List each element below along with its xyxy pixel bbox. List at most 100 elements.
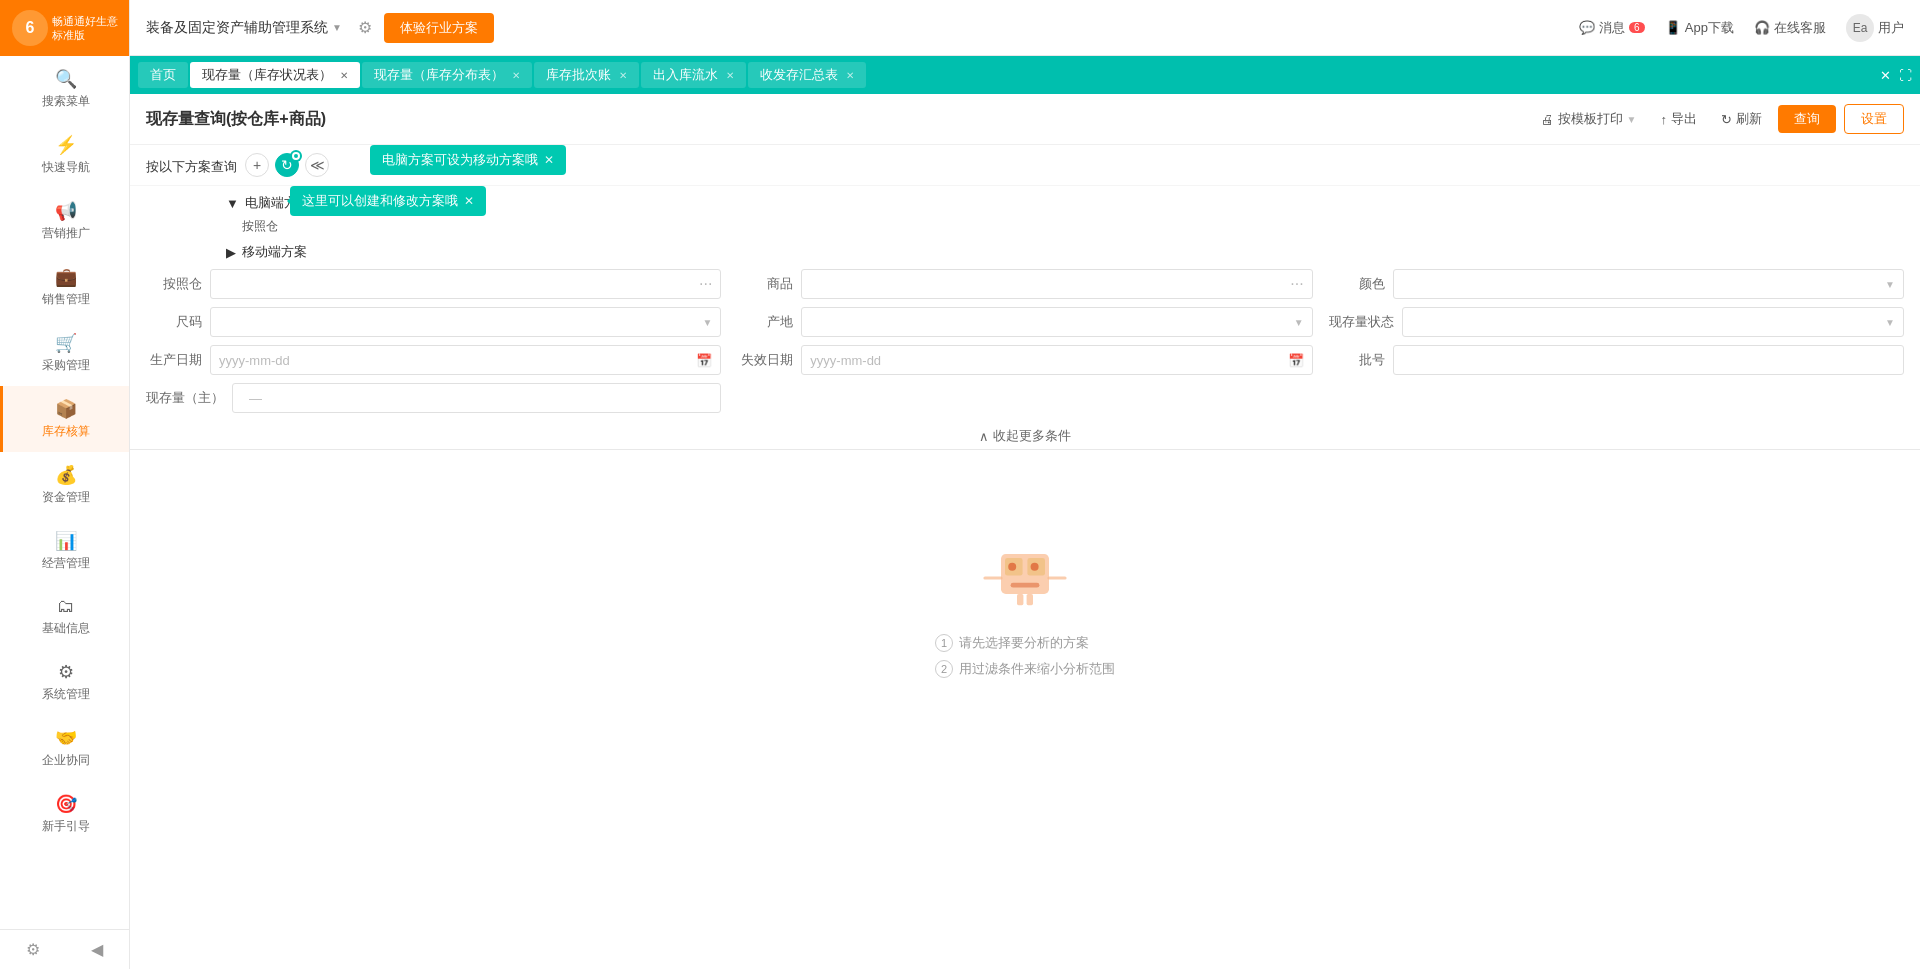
tree-arrow-desktop: ▼	[226, 196, 239, 211]
topbar-gear-icon[interactable]: ⚙	[358, 18, 372, 37]
tab-in-out-flow-close[interactable]: ✕	[726, 70, 734, 81]
fields-grid: 按照仓 ··· 商品 ··· 颜色 ▼ 尺码 ▼	[130, 269, 1920, 421]
tooltip2-close[interactable]: ✕	[464, 194, 474, 208]
print-btn[interactable]: 🖨 按模板打印 ▼	[1533, 106, 1645, 132]
svg-point-6	[1031, 563, 1039, 571]
online-service-btn[interactable]: 🎧 在线客服	[1754, 19, 1826, 37]
color-input[interactable]: ▼	[1393, 269, 1904, 299]
page-header: 现存量查询(按仓库+商品) 🖨 按模板打印 ▼ ↑ 导出 ↻ 刷新 查询 设置	[130, 94, 1920, 145]
tab-recv-summary[interactable]: 收发存汇总表 ✕	[748, 62, 866, 88]
sidebar-item-marketing[interactable]: 📢 营销推广	[0, 188, 129, 254]
svg-rect-8	[1017, 594, 1023, 605]
footer-collapse-btn[interactable]: ◀	[91, 940, 103, 959]
sidebar-item-system[interactable]: ⚙ 系统管理	[0, 649, 129, 715]
refresh-btn[interactable]: ↻ 刷新	[1713, 106, 1770, 132]
tab-home[interactable]: 首页	[138, 62, 188, 88]
back-scheme-btn[interactable]: ≪	[305, 153, 329, 177]
svg-text:6: 6	[25, 19, 34, 36]
field-size: 尺码 ▼	[146, 307, 721, 337]
size-arrow: ▼	[702, 317, 712, 328]
refresh-label: 刷新	[1736, 110, 1762, 128]
avatar-text: Ea	[1853, 21, 1868, 35]
tabs-maximize-icon[interactable]: ⛶	[1899, 68, 1912, 83]
sidebar-item-sales[interactable]: 💼 销售管理	[0, 254, 129, 320]
settings-btn[interactable]: 设置	[1844, 104, 1904, 134]
stock-qty-input[interactable]: —	[232, 383, 721, 413]
tab-in-out-flow[interactable]: 出入库流水 ✕	[641, 62, 746, 88]
tabs-actions: ✕ ⛶	[1880, 68, 1912, 83]
collapse-btn[interactable]: ∧ 收起更多条件	[130, 421, 1920, 449]
dot-indicator	[292, 152, 300, 160]
guide-icon: 🎯	[55, 793, 77, 815]
messages-btn[interactable]: 💬 消息 6	[1579, 19, 1645, 37]
scheme-desktop-sub: 按照仓	[226, 218, 1904, 235]
tabs-close-all-icon[interactable]: ✕	[1880, 68, 1891, 83]
size-input[interactable]: ▼	[210, 307, 721, 337]
print-arrow: ▼	[1627, 114, 1637, 125]
export-btn[interactable]: ↑ 导出	[1653, 106, 1706, 132]
tab-inventory-dist-close[interactable]: ✕	[512, 70, 520, 81]
field-color: 颜色 ▼	[1329, 269, 1904, 299]
tab-batch-account-label: 库存批次账	[546, 66, 611, 84]
collapse-chevron: ∧	[979, 429, 989, 444]
tab-batch-account-close[interactable]: ✕	[619, 70, 627, 81]
app-download-btn[interactable]: 📱 App下载	[1665, 19, 1734, 37]
inventory-icon: 📦	[55, 398, 77, 420]
scheme-mobile[interactable]: ▶ 移动端方案	[226, 239, 1904, 265]
origin-input[interactable]: ▼	[801, 307, 1312, 337]
batch-input[interactable]	[1393, 345, 1904, 375]
sidebar-item-search-menu[interactable]: 🔍 搜索菜单	[0, 56, 129, 122]
sidebar: 6 畅通通好生意 标准版 🔍 搜索菜单 ⚡ 快速导航 📢 营销推广 💼 销售管理…	[0, 0, 130, 969]
system-icon: ⚙	[58, 661, 74, 683]
sidebar-item-finance[interactable]: 💰 资金管理	[0, 452, 129, 518]
sidebar-item-inventory[interactable]: 📦 库存核算	[0, 386, 129, 452]
sidebar-item-quick-nav[interactable]: ⚡ 快速导航	[0, 122, 129, 188]
system-selector[interactable]: 装备及固定资产辅助管理系统 ▼	[146, 19, 342, 37]
production-date-input[interactable]: yyyy-mm-dd 📅	[210, 345, 721, 375]
origin-arrow: ▼	[1294, 317, 1304, 328]
sidebar-item-guide[interactable]: 🎯 新手引导	[0, 781, 129, 847]
hint1-text: 请先选择要分析的方案	[959, 630, 1089, 656]
warehouse-dots: ···	[699, 275, 712, 293]
user-btn[interactable]: Ea 用户	[1846, 14, 1904, 42]
tab-inventory-dist[interactable]: 现存量（库存分布表） ✕	[362, 62, 532, 88]
sidebar-logo: 6 畅通通好生意 标准版	[0, 0, 129, 56]
page-actions: 🖨 按模板打印 ▼ ↑ 导出 ↻ 刷新 查询 设置	[1533, 104, 1904, 134]
logo-icon: 6	[12, 10, 48, 46]
filter-scheme-btns: + ↻ ≪	[245, 153, 329, 177]
warehouse-input[interactable]: ···	[210, 269, 721, 299]
tooltip1-text: 电脑方案可设为移动方案哦	[382, 151, 538, 169]
sidebar-item-purchase[interactable]: 🛒 采购管理	[0, 320, 129, 386]
tab-home-label: 首页	[150, 66, 176, 84]
tab-inventory-status-close[interactable]: ✕	[340, 70, 348, 81]
footer-settings-btn[interactable]: ⚙	[26, 940, 40, 959]
sidebar-item-basic-info[interactable]: 🗂 基础信息	[0, 584, 129, 649]
prod-date-cal-icon[interactable]: 📅	[696, 353, 712, 368]
goods-input[interactable]: ···	[801, 269, 1312, 299]
export-label: 导出	[1671, 110, 1697, 128]
field-expiry-date: 失效日期 yyyy-mm-dd 📅	[737, 345, 1312, 375]
topbar: 装备及固定资产辅助管理系统 ▼ ⚙ 体验行业方案 💬 消息 6 📱 App下载 …	[130, 0, 1920, 56]
filter-scheme-section: 按以下方案查询 + ↻ ≪ 电脑方案可设为移动方案哦 ✕	[130, 145, 1920, 186]
tooltip1-close[interactable]: ✕	[544, 153, 554, 167]
field-warehouse: 按照仓 ···	[146, 269, 721, 299]
range-dash: —	[249, 391, 262, 406]
tab-recv-summary-close[interactable]: ✕	[846, 70, 854, 81]
tab-inventory-status[interactable]: 现存量（库存状况表） ✕	[190, 62, 360, 88]
empty-hint-1: 1 请先选择要分析的方案	[935, 630, 1115, 656]
enterprise-icon: 🤝	[55, 727, 77, 749]
expiry-date-input[interactable]: yyyy-mm-dd 📅	[801, 345, 1312, 375]
empty-illustration	[975, 530, 1075, 610]
sidebar-item-enterprise[interactable]: 🤝 企业协同	[0, 715, 129, 781]
tab-batch-account[interactable]: 库存批次账 ✕	[534, 62, 639, 88]
solution-btn[interactable]: 体验行业方案	[384, 13, 494, 43]
query-btn[interactable]: 查询	[1778, 105, 1836, 133]
expiry-date-cal-icon[interactable]: 📅	[1288, 353, 1304, 368]
tab-in-out-flow-label: 出入库流水	[653, 66, 718, 84]
export-icon: ↑	[1661, 112, 1668, 127]
refresh-scheme-btn[interactable]: ↻	[275, 153, 299, 177]
stock-status-input[interactable]: ▼	[1402, 307, 1904, 337]
scheme-sub-item[interactable]: 按照仓	[242, 218, 1904, 235]
sidebar-item-operations[interactable]: 📊 经营管理	[0, 518, 129, 584]
add-scheme-btn[interactable]: +	[245, 153, 269, 177]
